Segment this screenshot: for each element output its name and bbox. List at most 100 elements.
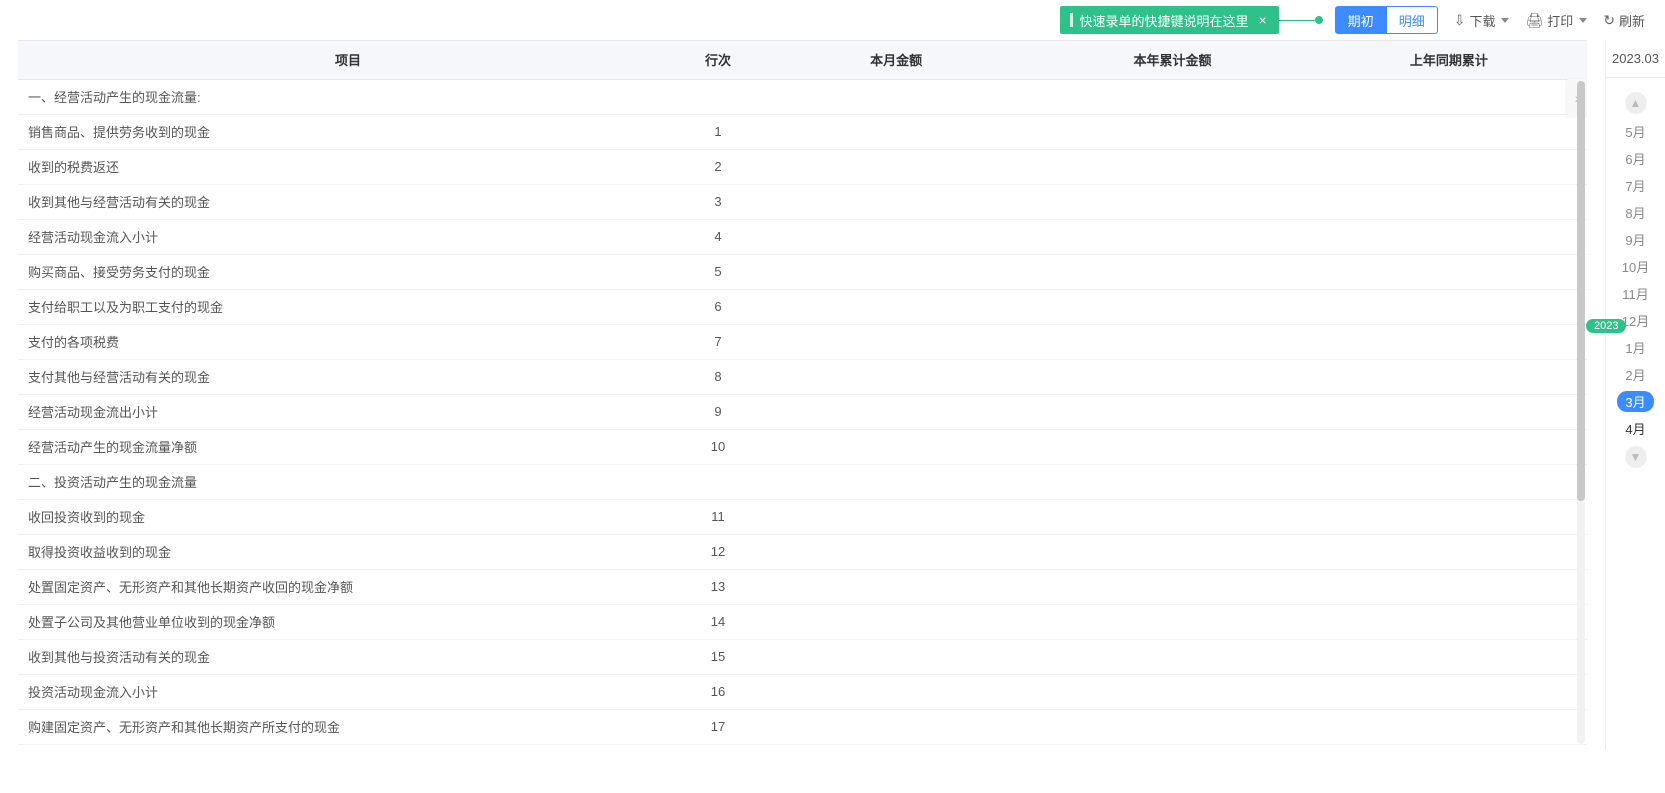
cell-year-amount[interactable] [1034, 219, 1310, 254]
cell-year-amount[interactable] [1034, 709, 1310, 744]
cell-month-amount[interactable] [758, 149, 1034, 184]
month-item[interactable]: 4月 [1606, 415, 1665, 442]
cell-item: 投资活动现金流入小计 [18, 674, 678, 709]
cell-month-amount[interactable] [758, 534, 1034, 569]
cell-prev-year-amount[interactable] [1311, 674, 1587, 709]
month-item[interactable]: 6月 [1606, 145, 1665, 172]
cell-year-amount[interactable] [1034, 569, 1310, 604]
cell-month-amount[interactable] [758, 499, 1034, 534]
cell-month-amount[interactable] [758, 184, 1034, 219]
cell-year-amount[interactable] [1034, 499, 1310, 534]
period-label: 2023.03 [1606, 40, 1665, 78]
cell-prev-year-amount[interactable] [1311, 429, 1587, 464]
table-row: 处置子公司及其他营业单位收到的现金净额14 [18, 604, 1587, 639]
cell-row-num: 10 [678, 429, 758, 464]
cell-month-amount[interactable] [758, 289, 1034, 324]
cell-item: 取得投资收益收到的现金 [18, 534, 678, 569]
table-row: 取得投资收益收到的现金12 [18, 534, 1587, 569]
close-icon[interactable]: × [1258, 12, 1266, 28]
cell-row-num: 1 [678, 114, 758, 149]
cell-year-amount[interactable] [1034, 604, 1310, 639]
cell-prev-year-amount[interactable] [1311, 709, 1587, 744]
cell-prev-year-amount[interactable] [1311, 639, 1587, 674]
cell-prev-year-amount[interactable] [1311, 219, 1587, 254]
cell-prev-year-amount[interactable] [1311, 324, 1587, 359]
tip-text: 快速录单的快捷键说明在这里 [1079, 11, 1248, 30]
table-row: 收到的税费返还2 [18, 149, 1587, 184]
print-button[interactable]: 🖨 打印 [1525, 11, 1587, 30]
refresh-button[interactable]: ↻ 刷新 [1603, 11, 1645, 30]
cell-prev-year-amount[interactable] [1311, 184, 1587, 219]
cell-year-amount[interactable] [1034, 324, 1310, 359]
report-table: 项目 行次 本月金额 本年累计金额 上年同期累计 一、经营活动产生的现金流量:销… [18, 41, 1587, 745]
cell-year-amount[interactable] [1034, 184, 1310, 219]
cell-year-amount[interactable] [1034, 429, 1310, 464]
cell-row-num: 5 [678, 254, 758, 289]
table-row: 收回投资收到的现金11 [18, 499, 1587, 534]
cell-prev-year-amount[interactable] [1311, 359, 1587, 394]
cell-prev-year-amount[interactable] [1311, 604, 1587, 639]
cell-year-amount[interactable] [1034, 534, 1310, 569]
cell-year-amount[interactable] [1034, 289, 1310, 324]
scrollbar-thumb[interactable] [1577, 81, 1585, 501]
table-row: 支付的各项税费7 [18, 324, 1587, 359]
cell-prev-year-amount[interactable] [1311, 79, 1587, 114]
cell-row-num: 8 [678, 359, 758, 394]
cell-prev-year-amount[interactable] [1311, 394, 1587, 429]
month-item[interactable]: 7月 [1606, 172, 1665, 199]
cell-year-amount[interactable] [1034, 639, 1310, 674]
cell-prev-year-amount[interactable] [1311, 534, 1587, 569]
download-button[interactable]: ⇩ 下载 [1454, 11, 1510, 30]
month-item[interactable]: 3月 [1606, 388, 1665, 415]
cell-prev-year-amount[interactable] [1311, 464, 1587, 499]
table-row: 支付其他与经营活动有关的现金8 [18, 359, 1587, 394]
cell-month-amount[interactable] [758, 79, 1034, 114]
table-row: 二、投资活动产生的现金流量 [18, 464, 1587, 499]
month-item[interactable]: 1月 [1606, 334, 1665, 361]
cell-month-amount[interactable] [758, 709, 1034, 744]
detail-button[interactable]: 明细 [1387, 6, 1438, 34]
cell-year-amount[interactable] [1034, 394, 1310, 429]
cell-month-amount[interactable] [758, 674, 1034, 709]
cell-year-amount[interactable] [1034, 359, 1310, 394]
month-item[interactable]: 5月 [1606, 118, 1665, 145]
tip-banner: 快速录单的快捷键说明在这里 × [1060, 6, 1278, 34]
month-item[interactable]: 9月 [1606, 226, 1665, 253]
cell-prev-year-amount[interactable] [1311, 149, 1587, 184]
cell-month-amount[interactable] [758, 114, 1034, 149]
cell-year-amount[interactable] [1034, 114, 1310, 149]
cell-year-amount[interactable] [1034, 674, 1310, 709]
month-item[interactable]: 2月 [1606, 361, 1665, 388]
cell-prev-year-amount[interactable] [1311, 114, 1587, 149]
cell-month-amount[interactable] [758, 324, 1034, 359]
chevron-down-icon [1579, 18, 1587, 23]
cell-prev-year-amount[interactable] [1311, 569, 1587, 604]
cell-month-amount[interactable] [758, 569, 1034, 604]
scrollbar-track[interactable] [1577, 81, 1585, 744]
months-down-icon[interactable]: ▼ [1625, 446, 1647, 468]
year-badge: 2023 [1586, 319, 1626, 333]
cell-year-amount[interactable] [1034, 464, 1310, 499]
month-item[interactable]: 8月 [1606, 199, 1665, 226]
cell-month-amount[interactable] [758, 604, 1034, 639]
months-up-icon[interactable]: ▲ [1625, 92, 1647, 114]
cell-month-amount[interactable] [758, 394, 1034, 429]
period-begin-button[interactable]: 期初 [1335, 6, 1387, 34]
cell-month-amount[interactable] [758, 254, 1034, 289]
cell-prev-year-amount[interactable] [1311, 289, 1587, 324]
month-item[interactable]: 10月 [1606, 253, 1665, 280]
cell-item: 收到的税费返还 [18, 149, 678, 184]
cell-year-amount[interactable] [1034, 254, 1310, 289]
cell-prev-year-amount[interactable] [1311, 499, 1587, 534]
cell-year-amount[interactable] [1034, 79, 1310, 114]
month-item[interactable]: 11月 [1606, 280, 1665, 307]
cell-year-amount[interactable] [1034, 149, 1310, 184]
cell-prev-year-amount[interactable] [1311, 254, 1587, 289]
cell-month-amount[interactable] [758, 359, 1034, 394]
cell-month-amount[interactable] [758, 429, 1034, 464]
cell-month-amount[interactable] [758, 639, 1034, 674]
tip-connector [1279, 20, 1319, 21]
cell-month-amount[interactable] [758, 464, 1034, 499]
cell-month-amount[interactable] [758, 219, 1034, 254]
table-row: 销售商品、提供劳务收到的现金1 [18, 114, 1587, 149]
